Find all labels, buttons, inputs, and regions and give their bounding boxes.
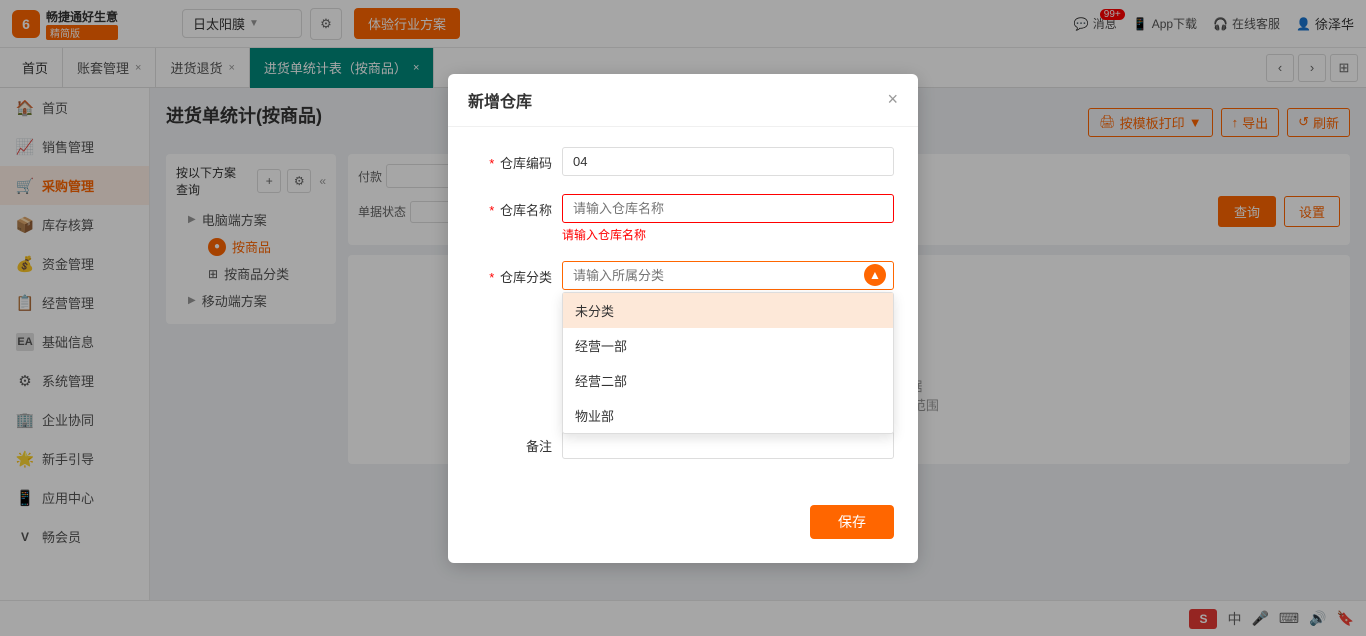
category-dropdown: 未分类 经营一部 经营二部 物业部 bbox=[562, 292, 894, 434]
dropdown-item-dept1[interactable]: 经营一部 bbox=[563, 328, 893, 363]
name-input-wrap: 请输入仓库名称 bbox=[562, 194, 894, 243]
category-input-container: ▲ bbox=[562, 261, 894, 290]
name-error-msg: 请输入仓库名称 bbox=[562, 226, 894, 243]
category-label: * 仓库分类 bbox=[472, 261, 552, 286]
form-row-name: * 仓库名称 请输入仓库名称 bbox=[472, 194, 894, 243]
note-label: 备注 bbox=[472, 430, 552, 455]
note-input-wrap bbox=[562, 430, 894, 459]
dropdown-item-dept3[interactable]: 物业部 bbox=[563, 398, 893, 433]
code-input[interactable] bbox=[562, 147, 894, 176]
code-input-wrap bbox=[562, 147, 894, 176]
form-row-code: * 仓库编码 bbox=[472, 147, 894, 176]
name-input[interactable] bbox=[562, 194, 894, 223]
modal-close-btn[interactable]: × bbox=[887, 89, 898, 110]
name-label: * 仓库名称 bbox=[472, 194, 552, 219]
modal-footer: 保存 bbox=[448, 505, 918, 539]
category-input-wrap: ▲ 未分类 经营一部 经营二部 物业部 bbox=[562, 261, 894, 290]
add-warehouse-modal: 新增仓库 × * 仓库编码 * 仓库名称 bbox=[448, 74, 918, 563]
form-row-note: 备注 bbox=[472, 430, 894, 459]
modal-overlay: 新增仓库 × * 仓库编码 * 仓库名称 bbox=[0, 0, 1366, 636]
code-label: * 仓库编码 bbox=[472, 147, 552, 172]
category-input[interactable] bbox=[562, 261, 894, 290]
dropdown-item-uncategorized[interactable]: 未分类 bbox=[563, 293, 893, 328]
dropdown-item-dept2[interactable]: 经营二部 bbox=[563, 363, 893, 398]
modal-title: 新增仓库 bbox=[468, 88, 532, 112]
category-toggle-btn[interactable]: ▲ bbox=[864, 264, 886, 286]
modal-body: * 仓库编码 * 仓库名称 请输入仓库名称 bbox=[448, 127, 918, 497]
form-row-category: * 仓库分类 ▲ 未分类 经营一部 经营二部 物业部 bbox=[472, 261, 894, 290]
modal-header: 新增仓库 × bbox=[448, 74, 918, 127]
save-button[interactable]: 保存 bbox=[810, 505, 894, 539]
note-input[interactable] bbox=[562, 430, 894, 459]
